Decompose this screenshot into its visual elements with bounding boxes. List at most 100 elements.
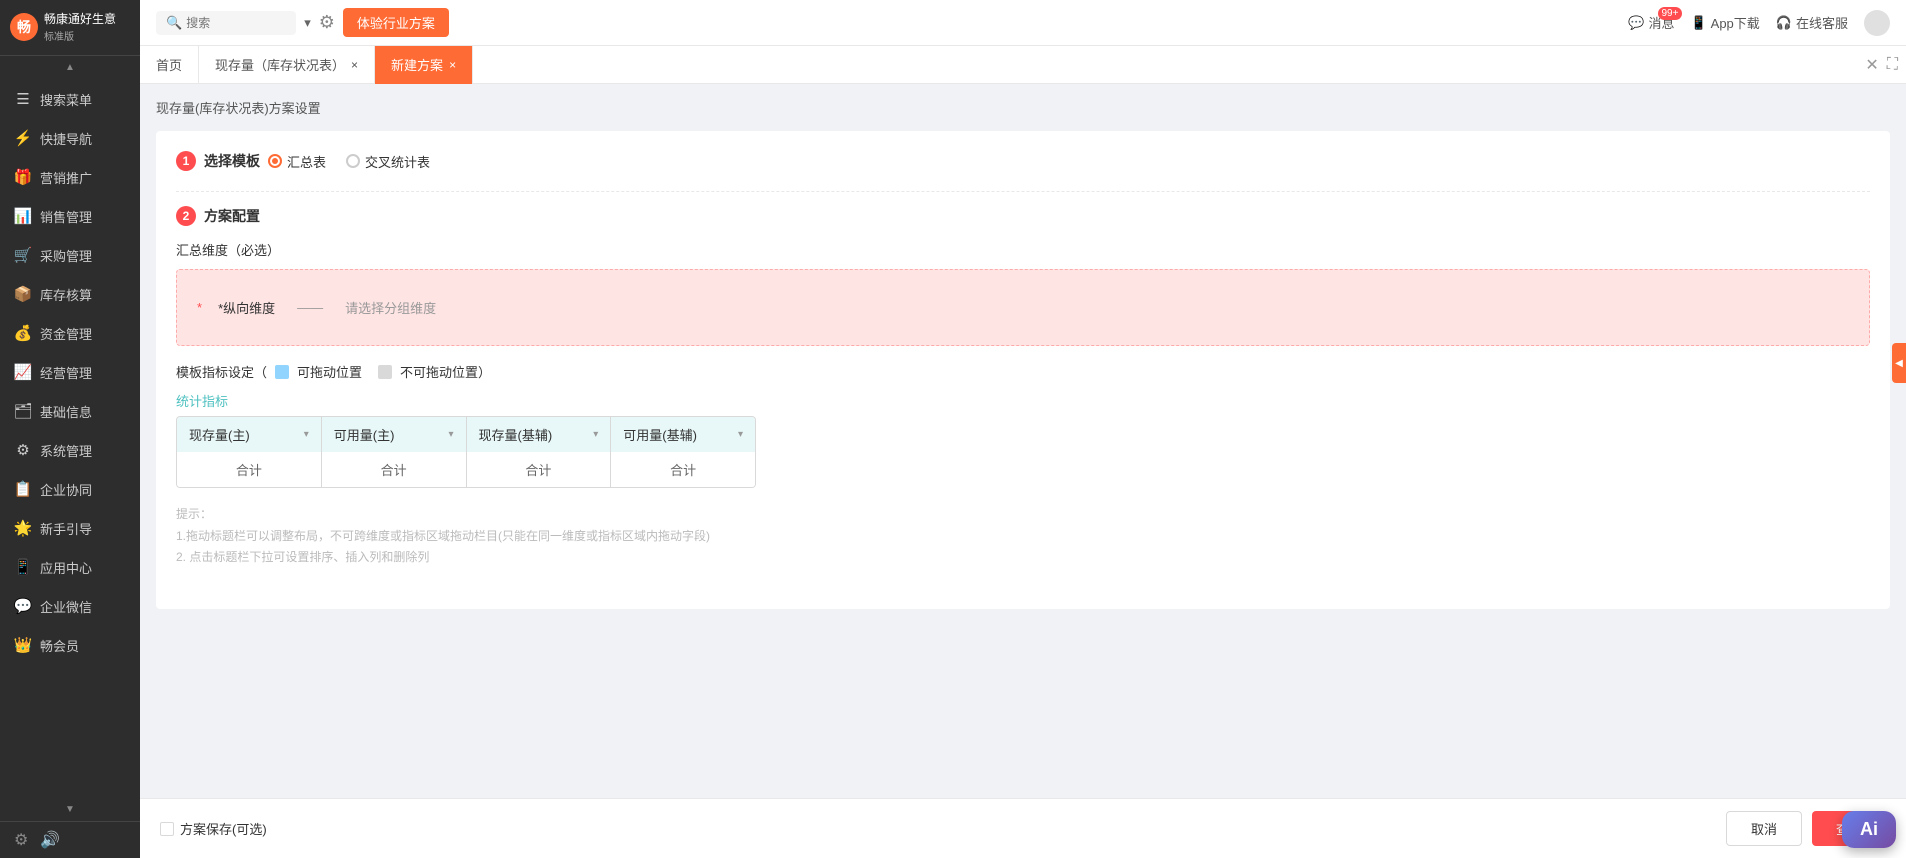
- sidebar-scroll-down[interactable]: ▼: [60, 801, 80, 817]
- step2-section: 2 方案配置 汇总维度（必选） * *纵向维度 —— 请选择分组维度 模板指标设…: [176, 206, 1870, 569]
- tab-inventory-close-icon[interactable]: ×: [351, 58, 358, 72]
- divider1: [176, 191, 1870, 192]
- app-download-item[interactable]: 📱 App下载: [1690, 13, 1759, 32]
- chevron-down-icon-2: ▾: [448, 429, 453, 440]
- tip-1: 1.拖动标题栏可以调整布局，不可跨维度或指标区域拖动栏目(只能在同一维度或指标区…: [176, 526, 1870, 548]
- topbar: 🔍 ▾ ⚙ 体验行业方案 💬 消息 99+ 📱 App下载 🎧 在线客服: [140, 0, 1906, 46]
- tab-expand-icon[interactable]: ⛶: [1887, 56, 1898, 74]
- trial-btn[interactable]: 体验行业方案: [343, 8, 449, 37]
- chevron-down-icon-1: ▾: [304, 429, 309, 440]
- stats-col-2[interactable]: 可用量(主) ▾: [322, 417, 467, 452]
- sidebar-item-label: 采购管理: [40, 246, 92, 265]
- stats-section-label: 统计指标: [176, 391, 1870, 410]
- topbar-dropdown[interactable]: ▾: [304, 15, 311, 31]
- speaker-icon[interactable]: 🔊: [40, 830, 60, 850]
- search-menu-icon: ☰: [14, 90, 32, 108]
- sidebar-item-operations[interactable]: 📈 经营管理: [0, 353, 140, 392]
- app-edition: 标准版: [44, 28, 116, 43]
- sidebar-item-label: 经营管理: [40, 363, 92, 382]
- step1-num: 1: [176, 151, 196, 171]
- membership-icon: 👑: [14, 636, 32, 654]
- basic-icon: 🗂: [14, 402, 32, 420]
- sidebar-item-wechat[interactable]: 💬 企业微信: [0, 587, 140, 626]
- tips-area: 提示： 1.拖动标题栏可以调整布局，不可跨维度或指标区域拖动栏目(只能在同一维度…: [176, 504, 1870, 569]
- search-icon: 🔍: [166, 15, 182, 31]
- sidebar-item-label: 搜索菜单: [40, 90, 92, 109]
- search-box: 🔍: [156, 11, 296, 35]
- sidebar-item-shortcut[interactable]: ⚡ 快捷导航: [0, 119, 140, 158]
- immovable-badge: [378, 365, 392, 379]
- sidebar-item-marketing[interactable]: 🎁 营销推广: [0, 158, 140, 197]
- newguide-icon: 🌟: [14, 519, 32, 537]
- system-icon: ⚙: [14, 441, 32, 459]
- user-avatar[interactable]: [1864, 10, 1890, 36]
- chevron-down-icon-3: ▾: [593, 429, 598, 440]
- tab-new-scheme[interactable]: 新建方案 ×: [375, 46, 473, 84]
- sidebar-item-contract[interactable]: 📋 企业协同: [0, 470, 140, 509]
- sidebar-scroll-up[interactable]: ▲: [60, 60, 80, 76]
- message-badge: 99+: [1658, 7, 1683, 20]
- cancel-button[interactable]: 取消: [1726, 811, 1802, 846]
- right-collapse-handle[interactable]: ◀: [1892, 343, 1906, 383]
- sales-icon: 📊: [14, 207, 32, 225]
- online-service-item[interactable]: 🎧 在线客服: [1776, 13, 1848, 32]
- sidebar-item-finance[interactable]: 💰 资金管理: [0, 314, 140, 353]
- purchase-icon: 🛒: [14, 246, 32, 264]
- tab-home[interactable]: 首页: [140, 46, 199, 84]
- sidebar-item-sales[interactable]: 📊 销售管理: [0, 197, 140, 236]
- sidebar-item-appstore[interactable]: 📱 应用中心: [0, 548, 140, 587]
- sidebar-item-label: 系统管理: [40, 441, 92, 460]
- stats-body-1: 合计: [177, 452, 322, 487]
- tab-inventory-status[interactable]: 现存量（库存状况表） ×: [199, 46, 375, 84]
- search-input[interactable]: [186, 16, 286, 30]
- sidebar-item-newguide[interactable]: 🌟 新手引导: [0, 509, 140, 548]
- footer-bar: 方案保存(可选) 取消 查询: [140, 798, 1906, 858]
- summary-dim-label: 汇总维度（必选）: [176, 240, 1870, 259]
- radio-summary[interactable]: 汇总表: [268, 152, 326, 171]
- dim-placeholder[interactable]: 请选择分组维度: [345, 298, 436, 317]
- sidebar-logo: 畅 畅康通好生意 标准版: [0, 0, 140, 56]
- app-logo-icon: 畅: [10, 13, 38, 41]
- topbar-right: 💬 消息 99+ 📱 App下载 🎧 在线客服: [1628, 10, 1890, 36]
- sidebar-item-label: 基础信息: [40, 402, 92, 421]
- sidebar-item-purchase[interactable]: 🛒 采购管理: [0, 236, 140, 275]
- radio-summary-label: 汇总表: [287, 152, 326, 171]
- sidebar-item-search-menu[interactable]: ☰ 搜索菜单: [0, 80, 140, 119]
- stats-col-3[interactable]: 现存量(基辅) ▾: [467, 417, 612, 452]
- tip-2: 2. 点击标题栏下拉可设置排序、插入列和删除列: [176, 547, 1870, 569]
- topbar-left: 🔍 ▾ ⚙ 体验行业方案: [156, 8, 449, 37]
- sidebar-item-label: 库存核算: [40, 285, 92, 304]
- dropdown-arrow-icon: ▾: [304, 15, 311, 31]
- gear-icon[interactable]: ⚙: [319, 12, 335, 33]
- headset-icon: 🎧: [1776, 15, 1792, 31]
- step1-label: 选择模板: [204, 151, 260, 171]
- tab-close-all-icon[interactable]: ✕: [1865, 55, 1878, 75]
- settings-icon[interactable]: ⚙: [14, 830, 28, 850]
- stats-table-body: 合计 合计 合计 合计: [177, 452, 755, 487]
- radio-cross-circle: [346, 154, 360, 168]
- operations-icon: 📈: [14, 363, 32, 381]
- sidebar-item-basic[interactable]: 🗂 基础信息: [0, 392, 140, 431]
- sidebar-item-label: 企业协同: [40, 480, 92, 499]
- finance-icon: 💰: [14, 324, 32, 342]
- sidebar-item-inventory[interactable]: 📦 库存核算: [0, 275, 140, 314]
- tab-new-scheme-close-icon[interactable]: ×: [449, 58, 456, 72]
- save-checkbox[interactable]: [160, 822, 174, 836]
- sidebar-item-system[interactable]: ⚙ 系统管理: [0, 431, 140, 470]
- stats-col-1[interactable]: 现存量(主) ▾: [177, 417, 322, 452]
- main-wrapper: 🔍 ▾ ⚙ 体验行业方案 💬 消息 99+ 📱 App下载 🎧 在线客服: [140, 0, 1906, 858]
- shortcut-icon: ⚡: [14, 129, 32, 147]
- ai-fab-button[interactable]: Ai: [1842, 811, 1896, 848]
- sidebar-item-label: 应用中心: [40, 558, 92, 577]
- sidebar-item-membership[interactable]: 👑 畅会员: [0, 626, 140, 665]
- sidebar-bottom: ⚙ 🔊: [0, 821, 140, 858]
- message-item[interactable]: 💬 消息 99+: [1628, 13, 1674, 32]
- radio-cross[interactable]: 交叉统计表: [346, 152, 430, 171]
- dim-required-asterisk: *: [197, 300, 202, 315]
- page-title: 现存量(库存状况表)方案设置: [156, 98, 1890, 117]
- app-download-label: App下载: [1711, 13, 1760, 32]
- phone-icon: 📱: [1690, 15, 1706, 31]
- sidebar-item-label: 资金管理: [40, 324, 92, 343]
- chevron-down-icon-4: ▾: [738, 429, 743, 440]
- stats-col-4[interactable]: 可用量(基辅) ▾: [611, 417, 755, 452]
